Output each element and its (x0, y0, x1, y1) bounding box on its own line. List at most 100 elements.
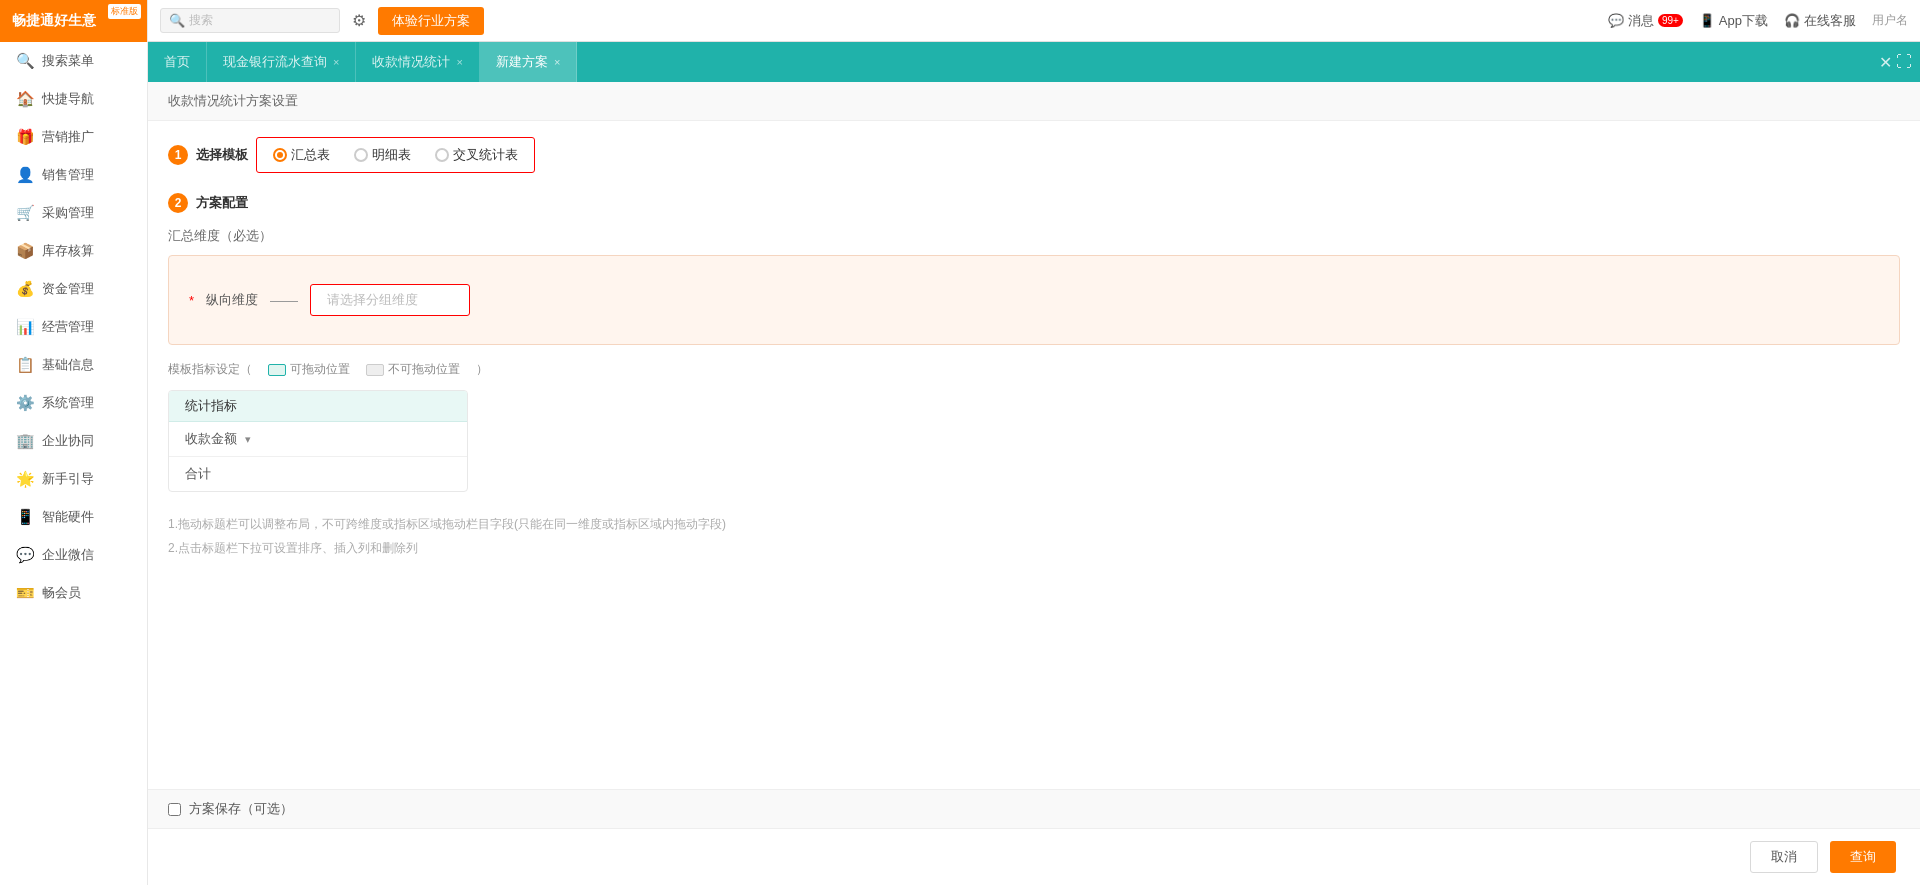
nodrag-legend-box (366, 364, 384, 376)
tab-label-home: 首页 (164, 53, 190, 71)
dimension-area: * 纵向维度 —— 请选择分组维度 (168, 255, 1900, 345)
bottom-action-bar: 取消 查询 (148, 828, 1920, 885)
sidebar-item-label-finance: 资金管理 (42, 280, 94, 298)
message-button[interactable]: 💬 消息 99+ (1608, 12, 1683, 30)
sidebar-item-label-smart-hw: 智能硬件 (42, 508, 94, 526)
inventory-icon: 📦 (16, 242, 34, 260)
sidebar-item-label-quick-nav: 快捷导航 (42, 90, 94, 108)
template-selection-box: 汇总表 明细表 交叉统计表 (256, 137, 535, 173)
finance-icon: 💰 (16, 280, 34, 298)
sidebar-item-basic-info[interactable]: 📋 基础信息 (0, 346, 147, 384)
drag-legend-box (268, 364, 286, 376)
radio-summary-label: 汇总表 (291, 146, 330, 164)
sidebar-item-purchase[interactable]: 🛒采购管理 (0, 194, 147, 232)
sidebar-item-smart-hw[interactable]: 📱 智能硬件 (0, 498, 147, 536)
radio-crosstab[interactable]: 交叉统计表 (435, 146, 518, 164)
save-checkbox[interactable] (168, 803, 181, 816)
sidebar-logo: 畅捷通好生意 标准版 (0, 0, 147, 42)
topbar-right: 💬 消息 99+ 📱 App下载 🎧 在线客服 用户名 (1608, 12, 1908, 30)
page-title: 收款情况统计方案设置 (148, 82, 1920, 121)
wechat-icon: 💬 (16, 546, 34, 564)
sidebar-item-system[interactable]: ⚙️系统管理 (0, 384, 147, 422)
tab-label-new-plan: 新建方案 (496, 53, 548, 71)
indicator-settings: 模板指标设定（ 可拖动位置 不可拖动位置 ） 统计指标 (168, 361, 1900, 492)
sidebar-item-sales[interactable]: 👤 销售管理 (0, 156, 147, 194)
tab-bank-flow[interactable]: 现金银行流水查询× (207, 42, 356, 82)
main-area: 🔍 搜索 ⚙ 体验行业方案 💬 消息 99+ 📱 App下载 🎧 在线客服 用户… (148, 0, 1920, 885)
indicator-table: 统计指标 收款金额 ▾ 合计 (168, 390, 468, 492)
tab-fullscreen-button[interactable]: ⛶ (1896, 53, 1912, 71)
sidebar-item-label-guide: 新手引导 (42, 470, 94, 488)
smart-hw-icon: 📱 (16, 508, 34, 526)
system-icon: ⚙️ (16, 394, 34, 412)
drag-legend-label: 可拖动位置 (290, 361, 350, 378)
sidebar-item-label-member: 畅会员 (42, 584, 81, 602)
sidebar-item-marketing[interactable]: 🎁 营销推广 (0, 118, 147, 156)
step2-header: 2 方案配置 (168, 193, 1900, 213)
quick-nav-icon: 🏠 (16, 90, 34, 108)
step1-number: 1 (168, 145, 188, 165)
tips-line-2: 2.点击标题栏下拉可设置排序、插入列和删除列 (168, 536, 1900, 560)
app-download-label: App下载 (1719, 12, 1768, 30)
basic-info-icon: 📋 (16, 356, 34, 374)
sidebar-item-label-search-menu: 搜索菜单 (42, 52, 94, 70)
step2-number: 2 (168, 193, 188, 213)
sidebar-item-label-marketing: 营销推广 (42, 128, 94, 146)
drag-legend-item: 可拖动位置 (268, 361, 350, 378)
sidebar-item-operations[interactable]: 📊经营管理 (0, 308, 147, 346)
sidebar-nav: 🔍搜索菜单 🏠 快捷导航 🎁 营销推广 👤 销售管理 🛒采购管理📦库存核算 💰 资金管理 📊经营管理… (0, 42, 147, 885)
gear-icon[interactable]: ⚙ (352, 11, 366, 30)
content-body: 1 选择模板 汇总表 明细表 交叉统计表 (148, 121, 1920, 789)
indicator-close-paren: ） (476, 361, 488, 378)
tab-close-bank-flow[interactable]: × (333, 56, 339, 68)
industry-plan-button[interactable]: 体验行业方案 (378, 7, 484, 35)
query-button[interactable]: 查询 (1830, 841, 1896, 873)
topbar-search-box[interactable]: 🔍 搜索 (160, 8, 340, 33)
cancel-button[interactable]: 取消 (1750, 841, 1818, 873)
sidebar-item-enterprise[interactable]: 🏢企业协同 (0, 422, 147, 460)
radio-summary[interactable]: 汇总表 (273, 146, 330, 164)
tab-close-receipt-stats[interactable]: × (456, 56, 462, 68)
sidebar-logo-text: 畅捷通好生意 (12, 12, 96, 30)
tab-close-all-button[interactable]: ✕ (1879, 53, 1892, 72)
sidebar-item-label-sales: 销售管理 (42, 166, 94, 184)
sidebar-item-inventory[interactable]: 📦库存核算 (0, 232, 147, 270)
sidebar-item-label-purchase: 采购管理 (42, 204, 94, 222)
tab-home[interactable]: 首页 (148, 42, 207, 82)
nodrag-legend-label: 不可拖动位置 (388, 361, 460, 378)
app-download-button[interactable]: 📱 App下载 (1699, 12, 1768, 30)
nodrag-legend-item: 不可拖动位置 (366, 361, 460, 378)
sidebar-item-finance[interactable]: 💰 资金管理 (0, 270, 147, 308)
sidebar-item-member[interactable]: 🎫 畅会员 (0, 574, 147, 612)
sidebar-logo-badge: 标准版 (108, 4, 141, 19)
sidebar-item-wechat[interactable]: 💬企业微信 (0, 536, 147, 574)
indicator-cell-label-1: 合计 (185, 465, 211, 483)
sidebar-item-quick-nav[interactable]: 🏠 快捷导航 (0, 80, 147, 118)
sidebar-item-search-menu[interactable]: 🔍搜索菜单 (0, 42, 147, 80)
sidebar-item-label-basic-info: 基础信息 (42, 356, 94, 374)
indicator-cell-label-0: 收款金额 (185, 430, 237, 448)
step2-section: 2 方案配置 汇总维度（必选） * 纵向维度 —— 请选择分组维度 (168, 193, 1900, 560)
radio-detail[interactable]: 明细表 (354, 146, 411, 164)
tab-close-new-plan[interactable]: × (554, 56, 560, 68)
sales-icon: 👤 (16, 166, 34, 184)
indicator-table-header: 统计指标 (169, 391, 467, 422)
summary-dim-title: 汇总维度（必选） (168, 227, 1900, 245)
sidebar-item-guide[interactable]: 🌟新手引导 (0, 460, 147, 498)
radio-detail-label: 明细表 (372, 146, 411, 164)
tab-new-plan[interactable]: 新建方案 × (480, 42, 577, 82)
dropdown-icon-0[interactable]: ▾ (245, 433, 251, 446)
online-service-button[interactable]: 🎧 在线客服 (1784, 12, 1856, 30)
enterprise-icon: 🏢 (16, 432, 34, 450)
indicator-row-0[interactable]: 收款金额 ▾ (169, 422, 467, 457)
tips-line-1: 1.拖动标题栏可以调整布局，不可跨维度或指标区域拖动栏目字段(只能在同一维度或指… (168, 512, 1900, 536)
step1-section: 1 选择模板 汇总表 明细表 交叉统计表 (168, 137, 1900, 173)
vertical-dim-select[interactable]: 请选择分组维度 (310, 284, 470, 316)
tab-receipt-stats[interactable]: 收款情况统计× (356, 42, 479, 82)
sidebar: 畅捷通好生意 标准版 🔍搜索菜单 🏠 快捷导航 🎁 营销推广 👤 销售管理 🛒采购管理📦库存核… (0, 0, 148, 885)
member-icon: 🎫 (16, 584, 34, 602)
marketing-icon: 🎁 (16, 128, 34, 146)
indicator-row-1: 合计 (169, 457, 467, 491)
step1-label: 选择模板 (196, 146, 248, 164)
radio-detail-circle (354, 148, 368, 162)
